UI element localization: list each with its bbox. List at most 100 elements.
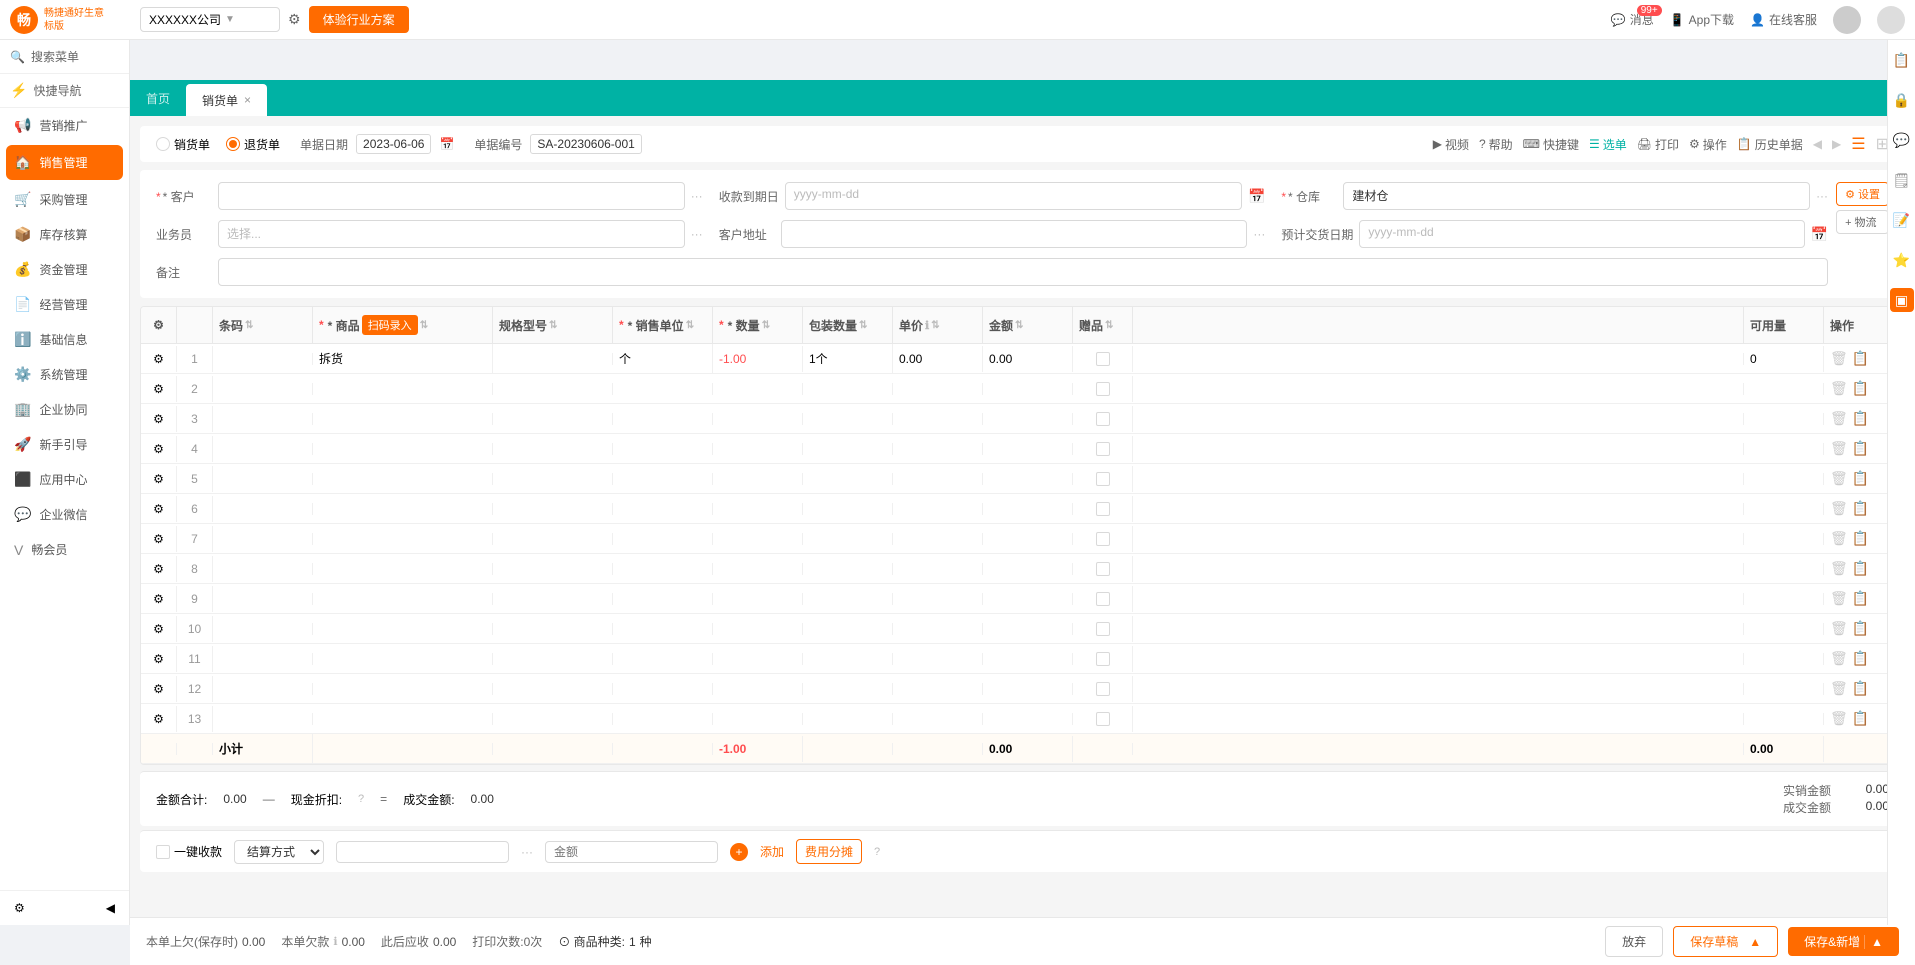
gift-checkbox[interactable]	[1096, 412, 1110, 426]
td-row-amount[interactable]	[983, 443, 1073, 455]
td-row-product[interactable]	[313, 473, 493, 485]
right-panel-icon-2[interactable]: 🔒	[1890, 88, 1914, 112]
td-row-unit[interactable]	[613, 563, 713, 575]
delete-row-icon[interactable]: 🗑	[1830, 380, 1848, 397]
td-row-barcode[interactable]	[213, 353, 313, 365]
sort-pkgqty-icon[interactable]: ⇅	[859, 320, 867, 331]
td-row-pkgqty[interactable]	[803, 623, 893, 635]
video-btn[interactable]: ▶ 视频	[1433, 136, 1469, 153]
gift-checkbox[interactable]	[1096, 622, 1110, 636]
calendar-icon-3[interactable]: 📅	[1811, 226, 1828, 243]
td-row-amount[interactable]	[983, 683, 1073, 695]
td-row-pkgqty[interactable]	[803, 503, 893, 515]
delete-row-icon[interactable]: 🗑	[1830, 470, 1848, 487]
td-row-price[interactable]: 0.00	[893, 346, 983, 372]
copy-row-icon[interactable]: 📋	[1852, 560, 1869, 577]
discard-button[interactable]: 放弃	[1605, 926, 1663, 957]
sidebar-item-quick-nav[interactable]: ⚡ 快捷导航	[0, 74, 129, 108]
td-row-amount[interactable]	[983, 623, 1073, 635]
td-row-pkgqty[interactable]	[803, 713, 893, 725]
td-row-remark[interactable]	[1133, 353, 1744, 365]
delivery-input[interactable]: yyyy-mm-dd	[1359, 220, 1804, 248]
td-row-qty[interactable]	[713, 593, 803, 605]
delete-row-icon[interactable]: 🗑	[1830, 350, 1848, 367]
copy-row-icon[interactable]: 📋	[1852, 650, 1869, 667]
td-row-settings[interactable]: ⚙	[141, 586, 177, 612]
td-row-amount[interactable]	[983, 653, 1073, 665]
td-row-amount[interactable]	[983, 533, 1073, 545]
td-row-settings[interactable]: ⚙	[141, 616, 177, 642]
td-row-product[interactable]	[313, 413, 493, 425]
td-row-gift[interactable]	[1073, 586, 1133, 612]
td-row-qty[interactable]	[713, 413, 803, 425]
sidebar-search[interactable]: 🔍 搜索菜单	[0, 40, 129, 74]
gift-checkbox[interactable]	[1096, 352, 1110, 366]
td-row-settings[interactable]: ⚙	[141, 346, 177, 372]
sidebar-item-capital[interactable]: 💰 资金管理	[0, 252, 129, 287]
save-draft-button[interactable]: 保存草稿 ▲	[1673, 926, 1778, 957]
sort-qty-icon[interactable]: ⇅	[762, 320, 770, 331]
td-row-remark[interactable]	[1133, 533, 1744, 545]
td-row-pkgqty[interactable]	[803, 653, 893, 665]
radio-return-order[interactable]: 退货单	[226, 136, 280, 153]
td-row-pkgqty[interactable]	[803, 683, 893, 695]
td-row-price[interactable]	[893, 443, 983, 455]
td-row-unit[interactable]	[613, 383, 713, 395]
customer-dots[interactable]: ···	[691, 189, 703, 203]
gift-checkbox[interactable]	[1096, 382, 1110, 396]
td-row-pkgqty[interactable]	[803, 443, 893, 455]
sort-product-icon[interactable]: ⇅	[420, 320, 428, 331]
right-panel-icon-5[interactable]: 📝	[1890, 208, 1914, 232]
td-row-gift[interactable]	[1073, 376, 1133, 402]
salesperson-dots[interactable]: ···	[691, 227, 703, 241]
td-row-unit[interactable]	[613, 683, 713, 695]
td-row-unit[interactable]	[613, 473, 713, 485]
td-row-barcode[interactable]	[213, 713, 313, 725]
copy-row-icon[interactable]: 📋	[1852, 500, 1869, 517]
right-panel-icon-6[interactable]: ⭐	[1890, 248, 1914, 272]
account-input[interactable]	[336, 841, 509, 863]
delete-row-icon[interactable]: 🗑	[1830, 620, 1848, 637]
td-row-product[interactable]	[313, 443, 493, 455]
copy-row-icon[interactable]: 📋	[1852, 710, 1869, 727]
sort-spec-icon[interactable]: ⇅	[549, 320, 557, 331]
td-row-remark[interactable]	[1133, 683, 1744, 695]
td-row-gift[interactable]	[1073, 526, 1133, 552]
td-row-price[interactable]	[893, 683, 983, 695]
td-row-barcode[interactable]	[213, 683, 313, 695]
payment-info-icon[interactable]: ?	[874, 846, 880, 858]
td-row-settings[interactable]: ⚙	[141, 676, 177, 702]
payment-due-input[interactable]: yyyy-mm-dd	[785, 182, 1242, 210]
td-row-settings[interactable]: ⚙	[141, 556, 177, 582]
sidebar-item-purchase[interactable]: 🛒 采购管理	[0, 182, 129, 217]
sort-price-icon[interactable]: ⇅	[931, 320, 939, 331]
copy-row-icon[interactable]: 📋	[1852, 380, 1869, 397]
avatar-extra[interactable]	[1877, 6, 1905, 34]
td-row-spec[interactable]	[493, 623, 613, 635]
customer-input[interactable]	[218, 182, 685, 210]
right-panel-icon-4[interactable]: 🗒	[1890, 168, 1914, 192]
warehouse-dots[interactable]: ···	[1816, 189, 1828, 203]
delete-row-icon[interactable]: 🗑	[1830, 560, 1848, 577]
td-row-price[interactable]	[893, 413, 983, 425]
td-row-barcode[interactable]	[213, 503, 313, 515]
td-row-unit[interactable]	[613, 413, 713, 425]
td-row-remark[interactable]	[1133, 713, 1744, 725]
shortcut-btn[interactable]: ⌨ 快捷键	[1523, 136, 1579, 153]
app-download-btn[interactable]: 📱 App下载	[1670, 11, 1734, 28]
td-row-qty[interactable]	[713, 683, 803, 695]
right-panel-icon-1[interactable]: 📋	[1890, 48, 1914, 72]
td-row-product[interactable]	[313, 713, 493, 725]
one-click-checkbox[interactable]: 一键收款	[156, 843, 222, 860]
td-row-spec[interactable]	[493, 563, 613, 575]
gift-checkbox[interactable]	[1096, 712, 1110, 726]
td-row-gift[interactable]	[1073, 346, 1133, 372]
print-btn[interactable]: 🖨 打印	[1637, 136, 1679, 153]
settings-icon[interactable]: ⚙	[288, 11, 301, 28]
sidebar-item-sales[interactable]: 🏠 销售管理	[6, 145, 123, 180]
td-row-amount[interactable]	[983, 383, 1073, 395]
gift-checkbox[interactable]	[1096, 442, 1110, 456]
sidebar-item-members[interactable]: V 畅会员	[0, 532, 129, 567]
help-btn[interactable]: ? 帮助	[1479, 136, 1513, 153]
td-row-settings[interactable]: ⚙	[141, 406, 177, 432]
